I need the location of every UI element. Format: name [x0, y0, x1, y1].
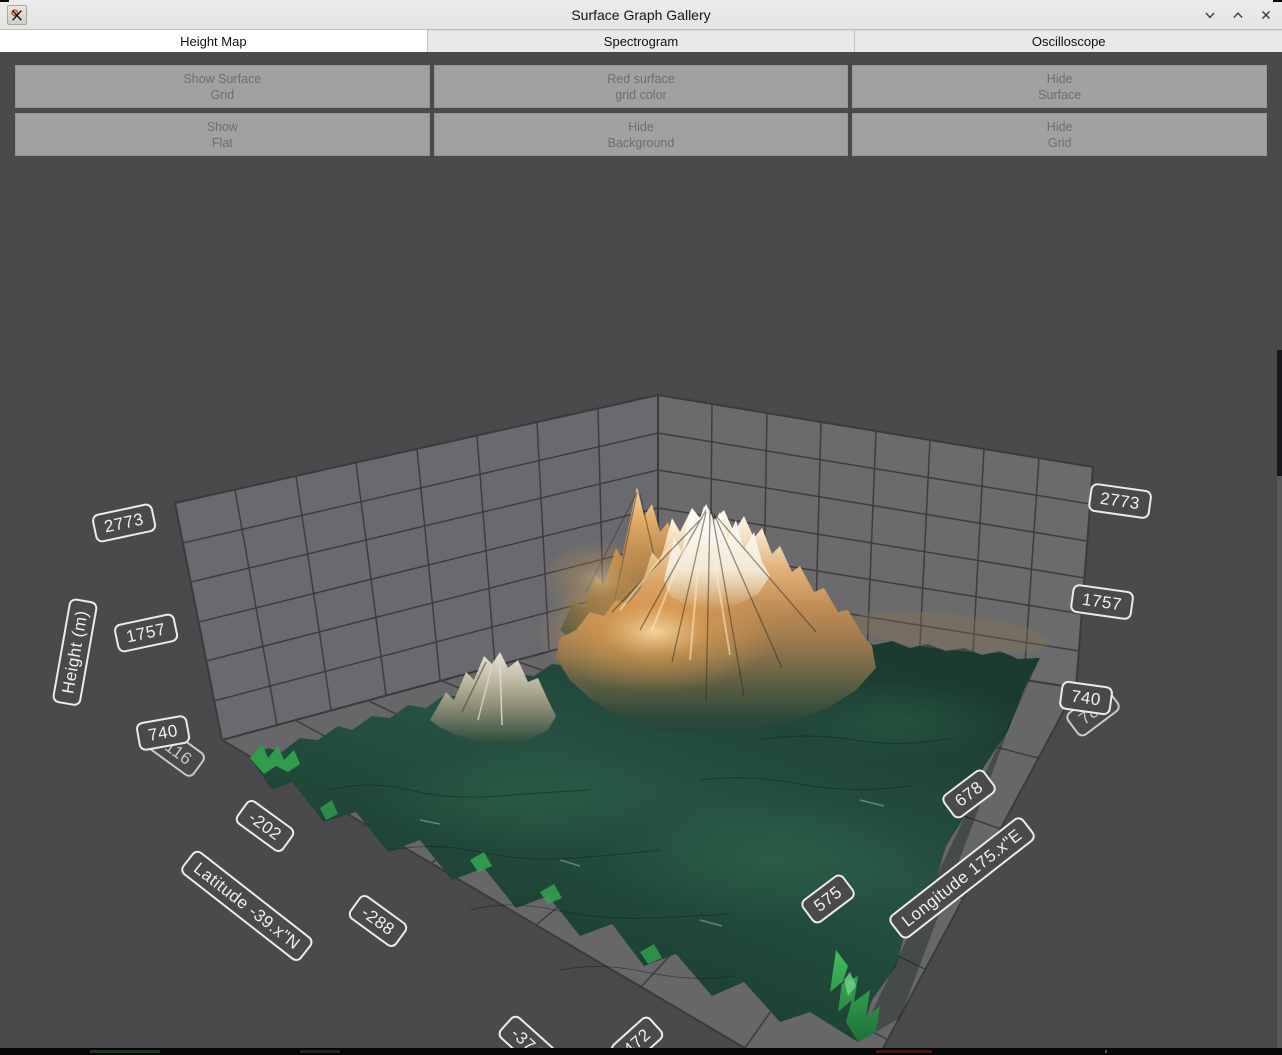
red-surface-grid-color-button[interactable]: Red surface grid color — [434, 65, 849, 108]
button-label: Background — [608, 135, 675, 151]
minimize-button[interactable] — [1202, 7, 1218, 23]
button-label: Red surface — [607, 71, 674, 87]
tab-oscilloscope[interactable]: Oscilloscope — [855, 30, 1282, 52]
show-flat-button[interactable]: Show Flat — [15, 113, 430, 156]
tab-height-map[interactable]: Height Map — [0, 30, 428, 52]
show-surface-grid-button[interactable]: Show Surface Grid — [15, 65, 430, 108]
titlebar: Surface Graph Gallery — [0, 0, 1282, 30]
button-label: grid color — [615, 87, 666, 103]
button-label: Flat — [212, 135, 233, 151]
toolbar: Show Surface Grid Red surface grid color… — [15, 65, 1267, 156]
chevron-up-icon — [1231, 8, 1245, 22]
close-button[interactable] — [1258, 7, 1274, 23]
tab-label: Oscilloscope — [1032, 34, 1106, 49]
hide-background-button[interactable]: Hide Background — [434, 113, 849, 156]
corner-notch — [1273, 0, 1282, 2]
button-label: Hide — [1047, 119, 1073, 135]
background-window-edge — [1277, 350, 1282, 1048]
hide-grid-button[interactable]: Hide Grid — [852, 113, 1267, 156]
hide-surface-button[interactable]: Hide Surface — [852, 65, 1267, 108]
button-label: Grid — [211, 87, 235, 103]
application-window: Surface Graph Gallery Height Map — [0, 0, 1282, 1055]
button-label: Hide — [628, 119, 654, 135]
window-title: Surface Graph Gallery — [0, 7, 1282, 23]
button-label: Hide — [1047, 71, 1073, 87]
corner-notch — [0, 0, 9, 2]
close-icon — [1259, 8, 1273, 22]
app-icon[interactable] — [7, 5, 27, 25]
button-label: Grid — [1048, 135, 1072, 151]
tab-label: Spectrogram — [604, 34, 678, 49]
chevron-down-icon — [1203, 8, 1217, 22]
tab-bar: Height Map Spectrogram Oscilloscope — [0, 30, 1282, 52]
tab-spectrogram[interactable]: Spectrogram — [428, 30, 856, 52]
taskbar-edge — [0, 1048, 1282, 1055]
x11-x-icon — [10, 8, 24, 22]
button-label: Show — [207, 119, 238, 135]
tab-label: Height Map — [180, 34, 246, 49]
maximize-button[interactable] — [1230, 7, 1246, 23]
button-label: Show Surface — [183, 71, 261, 87]
button-label: Surface — [1038, 87, 1081, 103]
